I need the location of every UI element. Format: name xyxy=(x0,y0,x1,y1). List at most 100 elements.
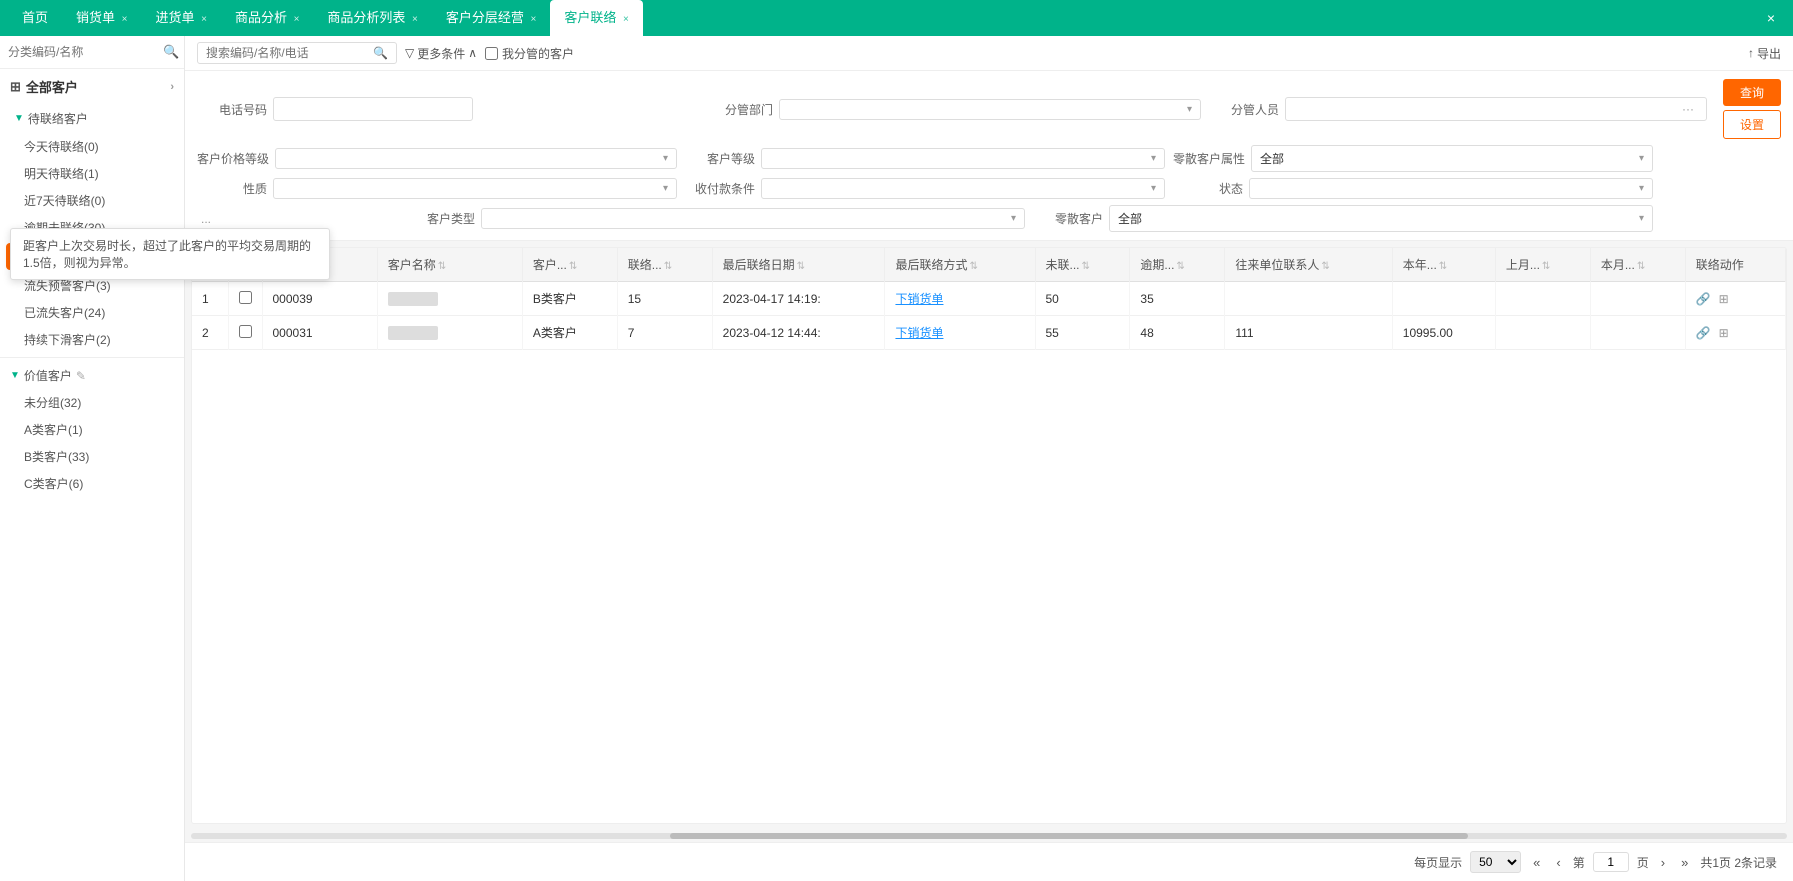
prev-page-button[interactable]: ‹ xyxy=(1552,853,1564,872)
horizontal-scrollbar[interactable] xyxy=(185,830,1793,842)
cell-code-1: 000039 xyxy=(262,282,377,316)
grid-icon-2[interactable]: ⊞ xyxy=(1719,326,1729,340)
sidebar-search-input[interactable] xyxy=(8,45,163,59)
query-button[interactable]: 查询 xyxy=(1723,79,1781,106)
sidebar-item-c-class[interactable]: C类客户(6) xyxy=(0,470,184,497)
sort-icon-person[interactable]: ⇅ xyxy=(1321,261,1329,272)
nav-customer-contact-close[interactable]: × xyxy=(623,14,629,25)
nav-sales-order[interactable]: 销货单 × xyxy=(62,0,141,36)
gender-select[interactable]: ▾ xyxy=(273,178,677,199)
col-name[interactable]: 客户名称⇅ xyxy=(377,248,522,282)
price-level-label: 客户价格等级 xyxy=(197,150,269,167)
sidebar-value-customer-group[interactable]: ▼ 价值客户 ✎ xyxy=(0,362,184,389)
person-select[interactable]: ··· xyxy=(1285,97,1707,121)
nav-customer-contact[interactable]: 客户联络 × xyxy=(550,0,642,36)
cell-method-1[interactable]: 下销货单 xyxy=(885,282,1035,316)
sidebar-item-lost[interactable]: 已流失客户(24) xyxy=(0,299,184,326)
sidebar-item-ungroup[interactable]: 未分组(32) xyxy=(0,389,184,416)
customer-type-select[interactable]: ▾ xyxy=(481,208,1025,229)
nav-purchase-order[interactable]: 进货单 × xyxy=(141,0,220,36)
row4-ellipsis[interactable]: ... xyxy=(197,212,215,226)
method-link-1[interactable]: 下销货单 xyxy=(895,292,943,306)
cell-checkbox-1[interactable] xyxy=(228,282,262,316)
nav-sales-order-close[interactable]: × xyxy=(122,14,128,25)
next-page-button[interactable]: › xyxy=(1657,853,1669,872)
sidebar-item-today[interactable]: 今天待联络(0) xyxy=(0,133,184,160)
sidebar-all-customers[interactable]: ⊞ 全部客户 › xyxy=(0,69,184,104)
col-this-year[interactable]: 本年...⇅ xyxy=(1392,248,1495,282)
last-page-button[interactable]: » xyxy=(1677,853,1692,872)
more-filter-button[interactable]: ▽ 更多条件 ∧ xyxy=(405,45,477,62)
dept-select[interactable]: ▾ xyxy=(779,99,1201,120)
status-label: 状态 xyxy=(1173,180,1243,197)
col-contact-count[interactable]: 联络...⇅ xyxy=(617,248,712,282)
nav-customer-layered[interactable]: 客户分层经营 × xyxy=(432,0,550,36)
sort-icon-last-month[interactable]: ⇅ xyxy=(1542,261,1550,272)
edit-icon[interactable]: ✎ xyxy=(76,369,86,383)
per-page-select[interactable]: 50 20 100 xyxy=(1470,851,1521,873)
toolbar-search-icon[interactable]: 🔍 xyxy=(373,46,388,60)
sidebar-item-a-class[interactable]: A类客户(1) xyxy=(0,416,184,443)
nav-product-analysis[interactable]: 商品分析 × xyxy=(221,0,313,36)
person-ellipsis[interactable]: ··· xyxy=(1678,102,1698,116)
settings-button[interactable]: 设置 xyxy=(1723,110,1781,139)
sort-icon-name[interactable]: ⇅ xyxy=(438,261,446,272)
retail-customer-select[interactable]: 全部 ▾ xyxy=(1109,205,1653,232)
sort-icon-year[interactable]: ⇅ xyxy=(1439,261,1447,272)
first-page-button[interactable]: « xyxy=(1529,853,1544,872)
col-last-contact-date[interactable]: 最后联络日期⇅ xyxy=(712,248,885,282)
phone-input[interactable] xyxy=(273,97,473,121)
sort-icon-type[interactable]: ⇅ xyxy=(569,261,577,272)
payment-select[interactable]: ▾ xyxy=(761,178,1165,199)
col-last-contact-method[interactable]: 最后联络方式⇅ xyxy=(885,248,1035,282)
sort-icon-date[interactable]: ⇅ xyxy=(797,261,805,272)
col-no-contact[interactable]: 未联...⇅ xyxy=(1035,248,1130,282)
sort-icon-this-month[interactable]: ⇅ xyxy=(1637,261,1645,272)
scrollbar-track[interactable] xyxy=(191,833,1787,839)
cell-method-2[interactable]: 下销货单 xyxy=(885,316,1035,350)
row1-checkbox[interactable] xyxy=(239,291,252,304)
price-level-select[interactable]: ▾ xyxy=(275,148,677,169)
my-customer-checkbox-label[interactable]: 我分管的客户 xyxy=(485,45,574,62)
window-close-button[interactable]: × xyxy=(1757,10,1785,26)
status-select[interactable]: ▾ xyxy=(1249,178,1653,199)
export-button[interactable]: ↑ 导出 xyxy=(1748,45,1781,62)
col-contact-person[interactable]: 往来单位联系人⇅ xyxy=(1225,248,1392,282)
sidebar-collapse-btn[interactable]: › xyxy=(170,81,174,93)
nav-customer-layered-close[interactable]: × xyxy=(531,14,537,25)
col-overdue[interactable]: 逾期...⇅ xyxy=(1130,248,1225,282)
nav-product-analysis-close[interactable]: × xyxy=(294,14,300,25)
sort-icon-contact[interactable]: ⇅ xyxy=(664,261,672,272)
retail-attr-select[interactable]: 全部 ▾ xyxy=(1251,145,1653,172)
sidebar-item-tomorrow[interactable]: 明天待联络(1) xyxy=(0,160,184,187)
link-icon-1[interactable]: 🔗 xyxy=(1696,292,1711,306)
row2-checkbox[interactable] xyxy=(239,325,252,338)
nav-product-analysis-list-close[interactable]: × xyxy=(412,14,418,25)
cell-action-1: 🔗 ⊞ xyxy=(1685,282,1785,316)
sidebar-item-7days[interactable]: 近7天待联络(0) xyxy=(0,187,184,214)
sort-icon-overdue[interactable]: ⇅ xyxy=(1176,261,1184,272)
sidebar-pending-contact-group[interactable]: ▼ 待联络客户 xyxy=(0,104,184,133)
my-customer-checkbox[interactable] xyxy=(485,47,498,60)
sidebar-item-b-class[interactable]: B类客户(33) xyxy=(0,443,184,470)
method-link-2[interactable]: 下销货单 xyxy=(895,326,943,340)
nav-product-analysis-list[interactable]: 商品分析列表 × xyxy=(313,0,431,36)
cell-year-2: 10995.00 xyxy=(1392,316,1495,350)
sidebar-search-icon[interactable]: 🔍 xyxy=(163,44,179,60)
grid-icon-1[interactable]: ⊞ xyxy=(1719,292,1729,306)
sort-icon-method[interactable]: ⇅ xyxy=(969,261,977,272)
col-last-month[interactable]: 上月...⇅ xyxy=(1495,248,1590,282)
cell-checkbox-2[interactable] xyxy=(228,316,262,350)
retail-attr-label: 零散客户属性 xyxy=(1173,150,1245,167)
toolbar-search-input[interactable] xyxy=(206,46,373,60)
customer-level-select[interactable]: ▾ xyxy=(761,148,1165,169)
sort-icon-no-contact[interactable]: ⇅ xyxy=(1082,261,1090,272)
nav-home[interactable]: 首页 xyxy=(8,0,62,36)
col-this-month[interactable]: 本月...⇅ xyxy=(1590,248,1685,282)
scrollbar-thumb[interactable] xyxy=(670,833,1468,839)
col-customer-type[interactable]: 客户...⇅ xyxy=(522,248,617,282)
nav-purchase-close[interactable]: × xyxy=(201,14,207,25)
current-page-input[interactable] xyxy=(1593,852,1629,872)
sidebar-item-declining[interactable]: 持续下滑客户(2) xyxy=(0,326,184,353)
link-icon-2[interactable]: 🔗 xyxy=(1696,326,1711,340)
